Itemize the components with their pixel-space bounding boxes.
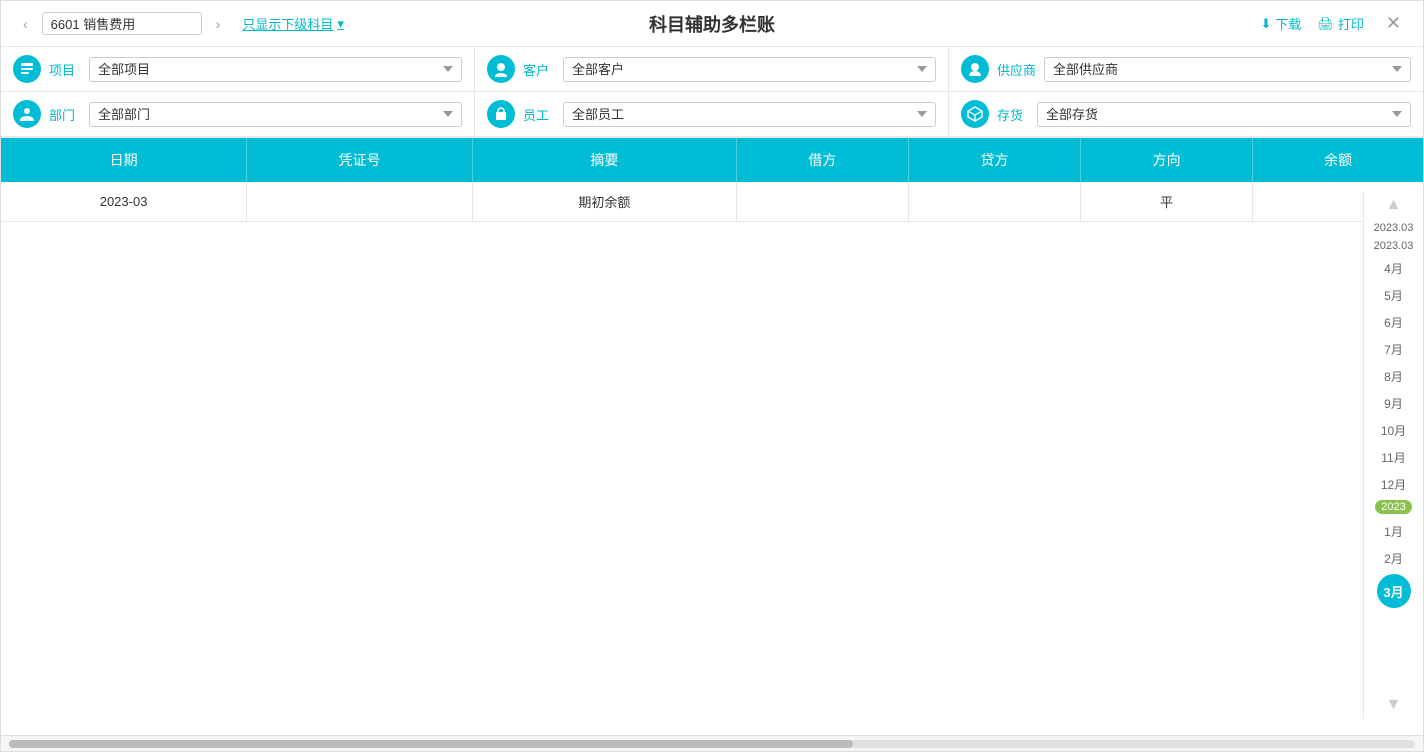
col-voucher: 凭证号 [247,138,473,182]
col-summary: 摘要 [472,138,736,182]
inventory-icon [961,100,989,128]
cell-direction: 平 [1081,182,1253,222]
chevron-down-icon: ▾ [337,16,344,32]
timeline-sidebar: ▲ 2023.03 2023.03 4月 5月 6月 7月 8月 [1363,191,1423,719]
filter-cell-department: 部门 全部部门 [1,92,475,137]
col-balance: 余额 [1253,138,1423,182]
timeline-item-9[interactable]: 9月 [1364,390,1423,417]
bottom-scrollbar-bar [1,735,1423,751]
col-debit: 借方 [736,138,908,182]
timeline-item-6[interactable]: 6月 [1364,309,1423,336]
department-label: 部门 [49,105,81,124]
customer-icon [487,55,515,83]
table-header-row: 日期 凭证号 摘要 借方 贷方 方向 余额 [1,138,1423,182]
inventory-label: 存货 [997,105,1029,124]
filter-cell-supplier: 供应商 全部供应商 [949,47,1423,92]
department-select[interactable]: 全部部门 [89,102,462,127]
account-code-box [42,12,202,35]
supplier-icon [961,55,989,83]
show-sub-label: 只显示下级科目 [242,14,333,33]
table-wrapper[interactable]: 日期 凭证号 摘要 借方 贷方 方向 余额 2023-03 期初余额 [1,138,1423,735]
cell-credit [908,182,1080,222]
timeline-year-2023[interactable]: 2023 [1364,498,1423,518]
department-icon [13,100,41,128]
timeline-item-5[interactable]: 5月 [1364,282,1423,309]
top-bar: ‹ › 只显示下级科目 ▾ 科目辅助多栏账 ⬇ 下载 🖨 打印 ✕ [1,1,1423,47]
filter-cell-inventory: 存货 全部存货 [949,92,1423,137]
col-credit: 贷方 [908,138,1080,182]
cell-debit [736,182,908,222]
filter-cell-employee: 员工 全部员工 [475,92,949,137]
timeline-item-3-month-active[interactable]: 3月 [1364,572,1423,610]
horizontal-scrollbar[interactable] [9,740,1415,748]
timeline-item-12[interactable]: 12月 [1364,471,1423,498]
filter-cell-project: 项目 全部项目 [1,47,475,92]
page-title: 科目辅助多栏账 [649,11,775,37]
cell-summary: 期初余额 [472,182,736,222]
chevron-up-icon: ▲ [1386,196,1402,214]
cell-voucher [247,182,473,222]
timeline-scroll-up-btn[interactable]: ▲ [1364,191,1423,219]
print-btn[interactable]: 🖨 打印 [1317,14,1364,33]
scrollbar-thumb[interactable] [9,740,853,748]
project-select[interactable]: 全部项目 [89,57,462,82]
main-area: 日期 凭证号 摘要 借方 贷方 方向 余额 2023-03 期初余额 [1,138,1423,735]
timeline-item-1-month[interactable]: 1月 [1364,518,1423,545]
timeline-item-2023-03-first[interactable]: 2023.03 [1364,219,1423,237]
employee-icon [487,100,515,128]
account-code-input[interactable] [42,12,202,35]
supplier-label: 供应商 [997,60,1036,79]
timeline-item-2-month[interactable]: 2月 [1364,545,1423,572]
employee-label: 员工 [523,105,555,124]
download-icon: ⬇ [1260,16,1271,32]
active-month-badge: 3月 [1377,574,1411,608]
timeline-item-10[interactable]: 10月 [1364,417,1423,444]
top-actions: ⬇ 下载 🖨 打印 ✕ [1260,11,1407,36]
print-label: 打印 [1338,14,1364,33]
timeline-item-8[interactable]: 8月 [1364,363,1423,390]
project-icon [13,55,41,83]
year-badge-2023: 2023 [1375,500,1411,514]
download-btn[interactable]: ⬇ 下载 [1260,14,1301,33]
filter-cell-customer: 客户 全部客户 [475,47,949,92]
employee-select[interactable]: 全部员工 [563,102,936,127]
customer-label: 客户 [523,60,555,79]
supplier-select[interactable]: 全部供应商 [1044,57,1411,82]
ledger-table: 日期 凭证号 摘要 借方 贷方 方向 余额 2023-03 期初余额 [1,138,1423,222]
prev-account-btn[interactable]: ‹ [17,14,34,34]
project-label: 项目 [49,60,81,79]
timeline-item-7[interactable]: 7月 [1364,336,1423,363]
download-label: 下载 [1275,14,1301,33]
chevron-down-icon-sidebar: ▼ [1386,696,1402,714]
show-sub-accounts-btn[interactable]: 只显示下级科目 ▾ [242,14,344,33]
timeline-item-11[interactable]: 11月 [1364,444,1423,471]
customer-select[interactable]: 全部客户 [563,57,936,82]
timeline-item-4[interactable]: 4月 [1364,255,1423,282]
next-account-btn[interactable]: › [210,14,227,34]
timeline-item-2023-03-second[interactable]: 2023.03 [1364,237,1423,255]
timeline-scroll-down-btn[interactable]: ▼ [1364,691,1423,719]
col-direction: 方向 [1081,138,1253,182]
print-icon: 🖨 [1317,16,1334,32]
close-btn[interactable]: ✕ [1380,11,1407,36]
filter-area: 项目 全部项目 客户 全部客户 供应商 全部供应商 [1,47,1423,138]
col-date: 日期 [1,138,247,182]
main-window: ‹ › 只显示下级科目 ▾ 科目辅助多栏账 ⬇ 下载 🖨 打印 ✕ [0,0,1424,752]
cell-date: 2023-03 [1,182,247,222]
inventory-select[interactable]: 全部存货 [1037,102,1411,127]
table-row: 2023-03 期初余额 平 [1,182,1423,222]
